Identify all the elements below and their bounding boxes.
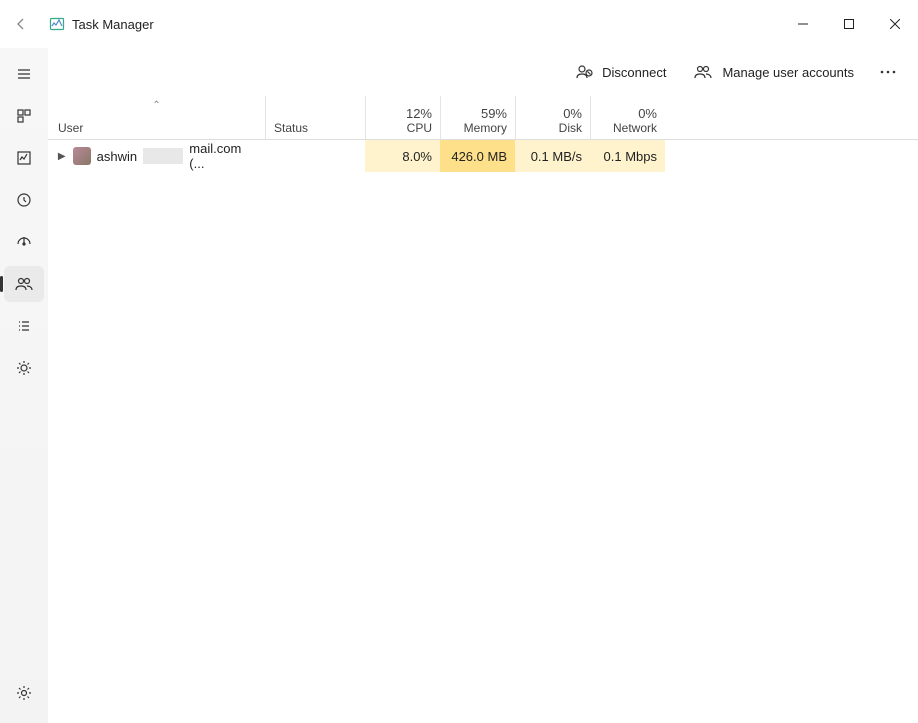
app-icon xyxy=(48,15,66,33)
cell-memory: 426.0 MB xyxy=(440,140,515,172)
user-row[interactable]: ▶ ashwin mail.com (... 8.0% 426.0 MB 0.1… xyxy=(48,140,918,172)
minimize-icon xyxy=(798,19,808,29)
nav-processes[interactable] xyxy=(4,98,44,134)
manage-accounts-icon xyxy=(694,64,714,80)
processes-icon xyxy=(16,108,32,124)
nav-services[interactable] xyxy=(4,350,44,386)
sort-indicator-icon: ⌃ xyxy=(152,100,160,111)
column-header-memory[interactable]: 59% Memory xyxy=(440,96,515,139)
cell-disk: 0.1 MB/s xyxy=(515,140,590,172)
cell-network: 0.1 Mbps xyxy=(590,140,665,172)
close-icon xyxy=(890,19,900,29)
nav-performance[interactable] xyxy=(4,140,44,176)
user-name-suffix: mail.com (... xyxy=(189,141,257,171)
nav-details[interactable] xyxy=(4,308,44,344)
grid-header: ⌃ User Status 12% CPU 59% Memory 0% Disk… xyxy=(48,96,918,140)
arrow-left-icon xyxy=(14,16,30,32)
minimize-button[interactable] xyxy=(780,8,826,40)
startup-icon xyxy=(16,234,32,250)
toolbar: Disconnect Manage user accounts xyxy=(48,48,918,96)
nav-startup[interactable] xyxy=(4,224,44,260)
hamburger-icon xyxy=(16,66,32,82)
cell-cpu: 8.0% xyxy=(365,140,440,172)
expand-chevron-icon[interactable]: ▶ xyxy=(56,151,67,162)
disconnect-label: Disconnect xyxy=(602,65,666,80)
nav-app-history[interactable] xyxy=(4,182,44,218)
close-button[interactable] xyxy=(872,8,918,40)
title-bar: Task Manager xyxy=(0,0,918,48)
cell-user: ▶ ashwin mail.com (... xyxy=(48,140,265,172)
manage-accounts-label: Manage user accounts xyxy=(722,65,854,80)
gear-icon xyxy=(16,685,32,701)
main-panel: Disconnect Manage user accounts ⌃ User S… xyxy=(48,48,918,723)
window-title: Task Manager xyxy=(72,17,154,32)
users-icon xyxy=(15,276,33,292)
cell-status xyxy=(265,140,365,172)
manage-accounts-button[interactable]: Manage user accounts xyxy=(682,58,866,86)
hamburger-button[interactable] xyxy=(4,56,44,92)
maximize-button[interactable] xyxy=(826,8,872,40)
column-header-network[interactable]: 0% Network xyxy=(590,96,665,139)
column-header-disk[interactable]: 0% Disk xyxy=(515,96,590,139)
details-icon xyxy=(16,318,32,334)
performance-icon xyxy=(16,150,32,166)
settings-button[interactable] xyxy=(4,675,44,711)
more-button[interactable] xyxy=(870,56,906,88)
nav-users[interactable] xyxy=(4,266,44,302)
column-header-user[interactable]: ⌃ User xyxy=(48,96,265,139)
sidebar xyxy=(0,48,48,723)
maximize-icon xyxy=(844,19,854,29)
more-icon xyxy=(880,70,896,74)
user-name-prefix: ashwin xyxy=(97,149,137,164)
column-header-cpu[interactable]: 12% CPU xyxy=(365,96,440,139)
history-icon xyxy=(16,192,32,208)
window-controls xyxy=(780,8,918,40)
back-button[interactable] xyxy=(6,8,38,40)
disconnect-icon xyxy=(576,64,594,80)
disconnect-button[interactable]: Disconnect xyxy=(564,58,678,86)
column-header-status[interactable]: Status xyxy=(265,96,365,139)
user-name-redacted xyxy=(143,148,183,164)
avatar xyxy=(73,147,90,165)
services-icon xyxy=(16,360,32,376)
